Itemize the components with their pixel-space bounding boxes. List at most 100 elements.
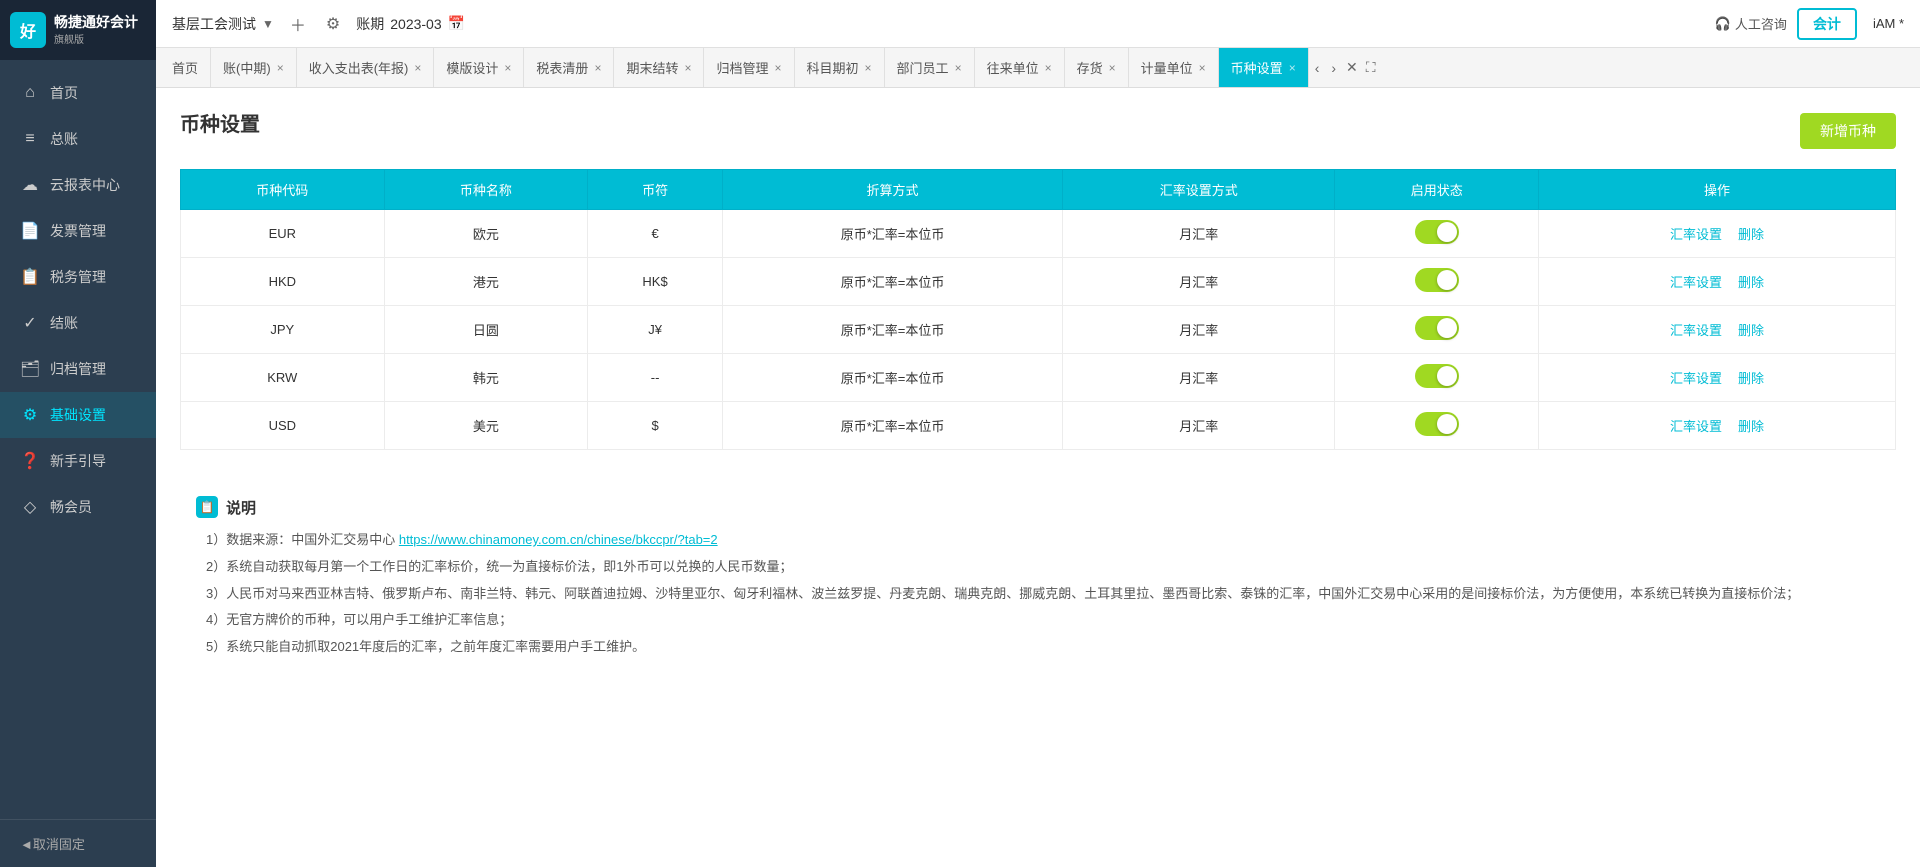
notice-link[interactable]: https://www.chinamoney.com.cn/chinese/bk… (399, 532, 718, 547)
period-selector[interactable]: 账期 2023-03 📅 (356, 14, 465, 34)
sidebar-item-reports[interactable]: ☁ 云报表中心 (0, 162, 156, 208)
toggle-row4[interactable] (1415, 412, 1459, 436)
tab-unit-close[interactable]: × (1199, 61, 1206, 75)
col-symbol: 币符 (588, 170, 723, 210)
tab-dept[interactable]: 部门员工 × (885, 48, 975, 88)
tab-period-label: 账(中期) (223, 58, 271, 77)
notice-heading: 说明 (226, 497, 256, 518)
main-area: 基层工会测试 ▼ ＋ ⚙ 账期 2023-03 📅 🎧 人工咨询 会计 iAM … (156, 0, 1920, 867)
add-company-button[interactable]: ＋ (286, 8, 310, 40)
tab-prev-button[interactable]: ‹ (1309, 60, 1326, 76)
cell-row2-col0: JPY (181, 306, 385, 354)
cell-actions-row1: 汇率设置 删除 (1538, 258, 1895, 306)
sidebar-item-home[interactable]: ⌂ 首页 (0, 70, 156, 116)
tab-period-end[interactable]: 期末结转 × (614, 48, 704, 88)
expand-button[interactable]: ⛶ (1362, 59, 1380, 76)
account-button[interactable]: 会计 (1797, 8, 1857, 40)
cell-row2-col3: 原币*汇率=本位币 (723, 306, 1063, 354)
logo-name: 畅捷通好会计 (54, 14, 138, 31)
invoice-icon: 📄 (20, 221, 40, 241)
action-汇率设置-row0[interactable]: 汇率设置 (1670, 227, 1722, 242)
tab-inventory-close[interactable]: × (1109, 61, 1116, 75)
tab-income-close[interactable]: × (414, 61, 421, 75)
tab-contacts-label: 往来单位 (987, 58, 1039, 77)
close-all-tabs-button[interactable]: ✕ (1342, 59, 1362, 76)
tab-period-close[interactable]: × (277, 61, 284, 75)
topbar-right: 🎧 人工咨询 会计 iAM * (1715, 8, 1904, 40)
settings-icon: ⚙ (20, 405, 40, 425)
user-label: iAM * (1873, 16, 1904, 31)
table-row: USD美元$原币*汇率=本位币月汇率汇率设置删除 (181, 402, 1896, 450)
toggle-row2[interactable] (1415, 316, 1459, 340)
tab-template[interactable]: 模版设计 × (434, 48, 524, 88)
cell-toggle-row4 (1335, 402, 1539, 450)
action-删除-row4[interactable]: 删除 (1738, 419, 1764, 434)
sidebar-item-tax-label: 税务管理 (50, 267, 106, 287)
cell-actions-row4: 汇率设置 删除 (1538, 402, 1895, 450)
sidebar-item-member[interactable]: ◇ 畅会员 (0, 484, 156, 530)
cell-row4-col2: $ (588, 402, 723, 450)
action-删除-row0[interactable]: 删除 (1738, 227, 1764, 242)
tab-dept-close[interactable]: × (955, 61, 962, 75)
tab-template-close[interactable]: × (504, 61, 511, 75)
tab-home[interactable]: 首页 (160, 48, 211, 88)
tab-currency[interactable]: 币种设置 × (1219, 48, 1309, 88)
action-汇率设置-row1[interactable]: 汇率设置 (1670, 275, 1722, 290)
cell-row2-col1: 日圆 (384, 306, 588, 354)
action-删除-row3[interactable]: 删除 (1738, 371, 1764, 386)
cell-row1-col2: HK$ (588, 258, 723, 306)
new-currency-button[interactable]: 新增币种 (1800, 113, 1896, 149)
action-汇率设置-row3[interactable]: 汇率设置 (1670, 371, 1722, 386)
toggle-row3[interactable] (1415, 364, 1459, 388)
sidebar-item-ledger[interactable]: ≡ 总账 (0, 116, 156, 162)
archive-icon: 🗂 (20, 359, 40, 379)
sidebar-item-invoice[interactable]: 📄 发票管理 (0, 208, 156, 254)
sidebar-item-settings[interactable]: ⚙ 基础设置 (0, 392, 156, 438)
cell-actions-row0: 汇率设置 删除 (1538, 210, 1895, 258)
sidebar-item-tax[interactable]: 📋 税务管理 (0, 254, 156, 300)
tab-archive-close[interactable]: × (775, 61, 782, 75)
tab-tax-list[interactable]: 税表清册 × (524, 48, 614, 88)
action-删除-row1[interactable]: 删除 (1738, 275, 1764, 290)
tab-next-button[interactable]: › (1325, 60, 1342, 76)
tab-inventory[interactable]: 存货 × (1065, 48, 1129, 88)
action-删除-row2[interactable]: 删除 (1738, 323, 1764, 338)
sidebar-item-archive[interactable]: 🗂 归档管理 (0, 346, 156, 392)
table-row: JPY日圆J¥原币*汇率=本位币月汇率汇率设置删除 (181, 306, 1896, 354)
company-settings-button[interactable]: ⚙ (322, 10, 344, 38)
cell-row3-col4: 月汇率 (1063, 354, 1335, 402)
sidebar-item-ledger-label: 总账 (50, 129, 78, 149)
guide-icon: ❓ (20, 451, 40, 471)
cell-row1-col1: 港元 (384, 258, 588, 306)
sidebar-item-checkout[interactable]: ✓ 结账 (0, 300, 156, 346)
action-汇率设置-row4[interactable]: 汇率设置 (1670, 419, 1722, 434)
tab-subject-close[interactable]: × (865, 61, 872, 75)
notice-list: 1）数据来源：中国外汇交易中心 https://www.chinamoney.c… (196, 530, 1880, 658)
tab-income-report[interactable]: 收入支出表(年报) × (297, 48, 435, 88)
tab-contacts-close[interactable]: × (1045, 61, 1052, 75)
tab-archive[interactable]: 归档管理 × (704, 48, 794, 88)
action-汇率设置-row2[interactable]: 汇率设置 (1670, 323, 1722, 338)
tab-unit[interactable]: 计量单位 × (1129, 48, 1219, 88)
service-button[interactable]: 🎧 人工咨询 (1715, 14, 1787, 33)
tax-icon: 📋 (20, 267, 40, 287)
sidebar-pin[interactable]: ◄取消固定 (0, 819, 156, 867)
toggle-row0[interactable] (1415, 220, 1459, 244)
tab-period[interactable]: 账(中期) × (211, 48, 297, 88)
tab-inventory-label: 存货 (1077, 58, 1103, 77)
cell-actions-row3: 汇率设置 删除 (1538, 354, 1895, 402)
cell-row4-col3: 原币*汇率=本位币 (723, 402, 1063, 450)
tab-period-end-close[interactable]: × (684, 61, 691, 75)
toggle-row1[interactable] (1415, 268, 1459, 292)
sidebar-item-guide[interactable]: ❓ 新手引导 (0, 438, 156, 484)
tab-subject[interactable]: 科目期初 × (795, 48, 885, 88)
company-selector[interactable]: 基层工会测试 ▼ (172, 14, 274, 34)
tab-tax-close[interactable]: × (594, 61, 601, 75)
tab-currency-close[interactable]: × (1289, 61, 1296, 75)
tab-contacts[interactable]: 往来单位 × (975, 48, 1065, 88)
home-icon: ⌂ (20, 84, 40, 102)
col-rate-type: 汇率设置方式 (1063, 170, 1335, 210)
notice-icon: 📋 (196, 496, 218, 518)
checkout-icon: ✓ (20, 313, 40, 333)
notice-item-1: 2）系统自动获取每月第一个工作日的汇率标价，统一为直接标价法，即1外币可以兑换的… (206, 557, 1880, 578)
